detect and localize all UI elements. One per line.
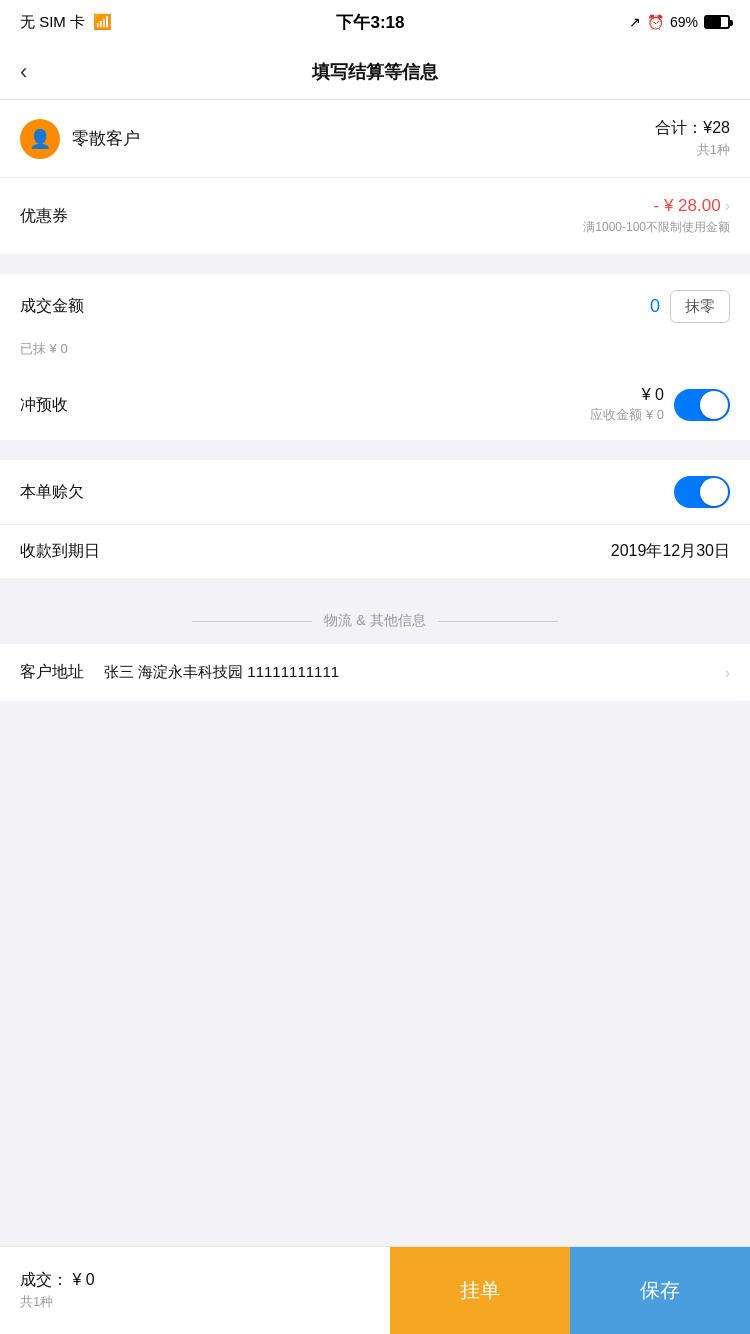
debt-toggle-knob (700, 478, 728, 506)
back-button[interactable]: ‹ (20, 59, 27, 85)
page-title: 填写结算等信息 (312, 60, 438, 84)
bottom-count: 共1种 (20, 1293, 370, 1311)
wifi-icon: 📶 (93, 13, 112, 31)
round-off-button[interactable]: 抹零 (670, 290, 730, 323)
debt-label: 本单赊欠 (20, 482, 84, 503)
location-icon: ↗ (629, 14, 641, 30)
deal-amount-sub-label: 已抹 ¥ 0 (20, 341, 68, 356)
coupon-row[interactable]: 优惠券 - ¥ 28.00 › 满1000-100不限制使用金额 (0, 178, 750, 254)
chevron-right-icon: › (725, 197, 730, 215)
bottom-info: 成交： ¥ 0 共1种 (0, 1270, 390, 1311)
divider-1 (0, 264, 750, 274)
address-value: 张三 海淀永丰科技园 11111111111 (104, 663, 717, 682)
status-time: 下午3:18 (336, 11, 404, 34)
customer-name: 零散客户 (72, 127, 140, 150)
divider-3 (0, 588, 750, 598)
nav-bar: ‹ 填写结算等信息 (0, 44, 750, 100)
address-row[interactable]: 客户地址 张三 海淀永丰科技园 11111111111 › (0, 644, 750, 701)
prepayment-sub: 应收金额 ¥ 0 (590, 406, 664, 424)
debt-card: 本单赊欠 收款到期日 2019年12月30日 (0, 460, 750, 578)
coupon-desc: 满1000-100不限制使用金额 (583, 219, 730, 236)
avatar: 👤 (20, 119, 60, 159)
customer-left: 👤 零散客户 (20, 119, 140, 159)
customer-right: 合计：¥28 共1种 (655, 118, 730, 159)
deal-amount-label: 成交金额 (20, 296, 84, 317)
avatar-icon: 👤 (29, 128, 51, 150)
carrier-label: 无 SIM 卡 (20, 13, 85, 32)
deal-amount-sub: 已抹 ¥ 0 (0, 339, 750, 370)
toggle-knob (700, 391, 728, 419)
address-card: 客户地址 张三 海淀永丰科技园 11111111111 › (0, 644, 750, 701)
address-chevron-icon: › (725, 664, 730, 682)
deal-amount-right: 0 抹零 (650, 290, 730, 323)
customer-row: 👤 零散客户 合计：¥28 共1种 (0, 100, 750, 178)
status-left: 无 SIM 卡 📶 (20, 13, 112, 32)
address-label: 客户地址 (20, 662, 84, 683)
deal-amount-row: 成交金额 0 抹零 (0, 274, 750, 339)
due-date-value: 2019年12月30日 (611, 541, 730, 562)
coupon-label: 优惠券 (20, 206, 68, 227)
bottom-deal-label: 成交： ¥ 0 (20, 1270, 370, 1291)
battery-fill (706, 17, 721, 27)
prepayment-row: 冲预收 ¥ 0 应收金额 ¥ 0 (0, 370, 750, 440)
status-right: ↗ ⏰ 69% (629, 14, 730, 30)
prepayment-amounts: ¥ 0 应收金额 ¥ 0 (590, 386, 664, 424)
logistics-label: 物流 & 其他信息 (324, 612, 425, 630)
due-date-row: 收款到期日 2019年12月30日 (0, 524, 750, 578)
prepayment-toggle[interactable] (674, 389, 730, 421)
coupon-right: - ¥ 28.00 › 满1000-100不限制使用金额 (583, 196, 730, 236)
debt-row: 本单赊欠 (0, 460, 750, 524)
empty-area (0, 711, 750, 891)
logistics-header: 物流 & 其他信息 (0, 598, 750, 644)
bottom-deal-text: 成交： (20, 1271, 68, 1288)
prepayment-label: 冲预收 (20, 395, 68, 416)
divider-2 (0, 450, 750, 460)
due-date-label: 收款到期日 (20, 541, 100, 562)
bottom-bar: 成交： ¥ 0 共1种 挂单 保存 (0, 1246, 750, 1334)
debt-toggle[interactable] (674, 476, 730, 508)
total-amount: 合计：¥28 (655, 118, 730, 139)
deal-card: 成交金额 0 抹零 已抹 ¥ 0 冲预收 ¥ 0 应收金额 ¥ 0 (0, 274, 750, 440)
customer-card: 👤 零散客户 合计：¥28 共1种 优惠券 - ¥ 28.00 › 满1000-… (0, 100, 750, 254)
prepayment-amount: ¥ 0 (590, 386, 664, 404)
deal-amount-value[interactable]: 0 (650, 296, 660, 317)
prepayment-right: ¥ 0 应收金额 ¥ 0 (590, 386, 730, 424)
bottom-deal-amount: ¥ 0 (72, 1271, 94, 1288)
logistics-line: 物流 & 其他信息 (20, 612, 730, 630)
coupon-discount: - ¥ 28.00 (654, 196, 721, 216)
battery-icon (704, 15, 730, 29)
status-bar: 无 SIM 卡 📶 下午3:18 ↗ ⏰ 69% (0, 0, 750, 44)
total-count: 共1种 (655, 141, 730, 159)
hold-button[interactable]: 挂单 (390, 1247, 570, 1335)
content: 👤 零散客户 合计：¥28 共1种 优惠券 - ¥ 28.00 › 满1000-… (0, 100, 750, 981)
alarm-icon: ⏰ (647, 14, 664, 30)
save-button[interactable]: 保存 (570, 1247, 750, 1335)
battery-percent: 69% (670, 14, 698, 30)
